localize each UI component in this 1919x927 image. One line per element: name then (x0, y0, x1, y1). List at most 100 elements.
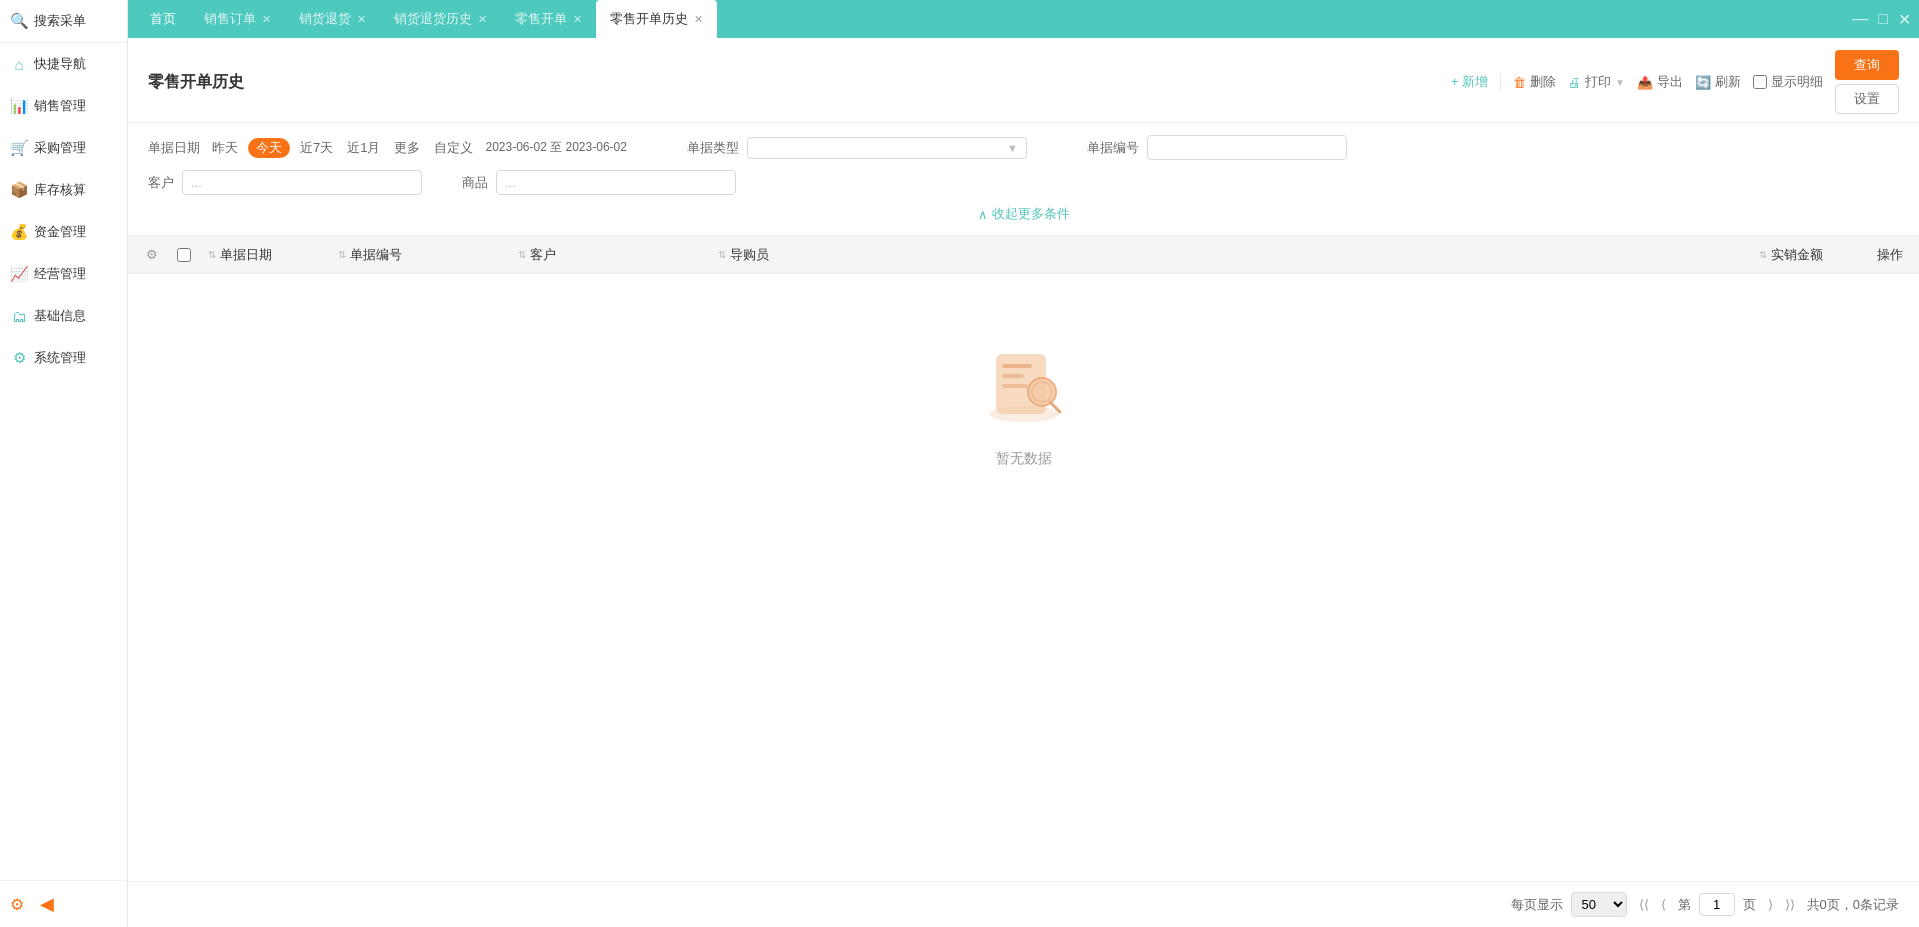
page-label: 页 (1743, 896, 1756, 914)
empty-illustration (974, 334, 1074, 434)
settings-footer-icon[interactable]: ⚙ (10, 895, 24, 914)
date-opt-custom[interactable]: 自定义 (430, 138, 477, 158)
sort-icon: ⇅ (208, 249, 216, 260)
print-button[interactable]: 🖨 打印 ▼ (1568, 73, 1625, 91)
th-customer[interactable]: ⇅ 客户 (510, 246, 710, 264)
date-opt-7days[interactable]: 近7天 (296, 138, 337, 158)
date-range-value: 2023-06-02 至 2023-06-02 (485, 139, 626, 156)
sort-icon: ⇅ (718, 249, 726, 260)
query-setting-group: 查询 设置 (1835, 50, 1899, 114)
refresh-icon: 🔄 (1695, 75, 1711, 90)
bill-type-select[interactable]: ▼ (747, 137, 1027, 159)
th-guide[interactable]: ⇅ 导购员 (710, 246, 830, 264)
table-select-all[interactable] (168, 248, 200, 262)
th-billno[interactable]: ⇅ 单据编号 (330, 246, 510, 264)
date-opt-today[interactable]: 今天 (248, 138, 290, 158)
sidebar-item-purchase-mgmt[interactable]: 🛒 采购管理 (0, 127, 127, 169)
home-icon: ⌂ (10, 55, 28, 73)
tab-close-icon[interactable]: ✕ (478, 14, 487, 25)
page-number-input[interactable] (1699, 893, 1735, 916)
sidebar-item-inventory[interactable]: 📦 库存核算 (0, 169, 127, 211)
delete-button[interactable]: 🗑 删除 (1513, 73, 1556, 91)
sidebar-item-system[interactable]: ⚙ 系统管理 (0, 337, 127, 379)
tab-close-icon[interactable]: ✕ (262, 14, 271, 25)
tab-close-icon[interactable]: ✕ (573, 14, 582, 25)
table-settings-icon[interactable]: ⚙ (136, 247, 168, 262)
new-button[interactable]: + 新增 (1451, 73, 1488, 91)
sidebar-search[interactable]: 🔍 搜索采单 (0, 0, 127, 43)
maximize-icon[interactable]: □ (1878, 10, 1888, 28)
tab-sales-return[interactable]: 销货退货 ✕ (285, 0, 380, 38)
tab-close-icon[interactable]: ✕ (357, 14, 366, 25)
tab-label: 销货退货 (299, 10, 351, 28)
tab-close-icon[interactable]: ✕ (694, 14, 703, 25)
tab-label: 零售开单 (515, 10, 567, 28)
page-title: 零售开单历史 (148, 72, 244, 93)
display-detail-checkbox[interactable] (1753, 75, 1767, 89)
sidebar-item-quick-nav[interactable]: ⌂ 快捷导航 (0, 43, 127, 85)
setting-button[interactable]: 设置 (1835, 84, 1899, 114)
sidebar: 🔍 搜索采单 ⌂ 快捷导航 📊 销售管理 🛒 采购管理 📦 库存核算 💰 资金管… (0, 0, 128, 927)
chevron-down-icon: ▼ (1007, 142, 1018, 154)
tabs-right: — □ ✕ (1852, 10, 1911, 29)
sidebar-item-finance[interactable]: 💰 资金管理 (0, 211, 127, 253)
next-page-btn[interactable]: ⟩ (1764, 895, 1777, 914)
minimize-icon[interactable]: — (1852, 10, 1868, 28)
customer-label: 客户 (148, 174, 174, 192)
sidebar-item-label: 库存核算 (34, 181, 86, 199)
date-opt-more[interactable]: 更多 (390, 138, 424, 158)
export-button[interactable]: 📤 导出 (1637, 73, 1683, 91)
select-all-checkbox[interactable] (177, 248, 191, 262)
content-area: 零售开单历史 + 新增 🗑 删除 🖨 打印 ▼ 📤 导出 (128, 38, 1919, 927)
first-page-btn[interactable]: ⟨⟨ (1635, 895, 1653, 914)
page-nav: ⟨⟨ ⟨ 第 页 ⟩ ⟩⟩ (1635, 893, 1799, 916)
per-page-select[interactable]: 50 100 200 (1571, 892, 1627, 917)
th-date[interactable]: ⇅ 单据日期 (200, 246, 330, 264)
bill-no-input[interactable] (1147, 135, 1347, 160)
sidebar-search-label: 搜索采单 (34, 12, 86, 30)
sidebar-item-label: 系统管理 (34, 349, 86, 367)
refresh-button[interactable]: 🔄 刷新 (1695, 73, 1741, 91)
last-page-btn[interactable]: ⟩⟩ (1781, 895, 1799, 914)
th-guide-label: 导购员 (730, 246, 769, 264)
customer-select[interactable]: ... (182, 170, 422, 195)
date-opt-yesterday[interactable]: 昨天 (208, 138, 242, 158)
page-label-pre: 第 (1678, 896, 1691, 914)
empty-state: 暂无数据 (128, 274, 1919, 528)
th-date-label: 单据日期 (220, 246, 272, 264)
tab-label: 零售开单历史 (610, 10, 688, 28)
tab-retail-history[interactable]: 零售开单历史 ✕ (596, 0, 717, 38)
sidebar-item-label: 基础信息 (34, 307, 86, 325)
divider (1500, 74, 1501, 90)
sidebar-footer: ⚙ ◀ (0, 880, 127, 927)
sidebar-item-label: 经营管理 (34, 265, 86, 283)
display-detail-button[interactable]: 显示明细 (1753, 73, 1823, 91)
tab-retail-open[interactable]: 零售开单 ✕ (501, 0, 596, 38)
per-page-label: 每页显示 (1511, 896, 1563, 914)
bill-no-filter: 单据编号 (1087, 135, 1347, 160)
collapse-filter-button[interactable]: ∧ 收起更多条件 (148, 205, 1899, 223)
date-opt-1month[interactable]: 近1月 (343, 138, 384, 158)
close-window-icon[interactable]: ✕ (1898, 10, 1911, 29)
tab-sales-return-history[interactable]: 销货退货历史 ✕ (380, 0, 501, 38)
page-header: 零售开单历史 + 新增 🗑 删除 🖨 打印 ▼ 📤 导出 (128, 38, 1919, 123)
print-dropdown-icon[interactable]: ▼ (1615, 77, 1625, 88)
sidebar-item-basic-info[interactable]: 🗂 基础信息 (0, 295, 127, 337)
sidebar-item-operations[interactable]: 📈 经营管理 (0, 253, 127, 295)
th-amount[interactable]: ⇅ 实销金额 (1711, 246, 1831, 264)
tab-home[interactable]: 首页 (136, 10, 190, 28)
export-label: 导出 (1657, 73, 1683, 91)
tabs-bar: 首页 销售订单 ✕ 销货退货 ✕ 销货退货历史 ✕ 零售开单 ✕ 零售开单历史 … (128, 0, 1919, 38)
collapse-sidebar-icon[interactable]: ◀ (40, 893, 54, 915)
tab-sales-order[interactable]: 销售订单 ✕ (190, 0, 285, 38)
basic-info-icon: 🗂 (10, 307, 28, 325)
sidebar-item-sales-mgmt[interactable]: 📊 销售管理 (0, 85, 127, 127)
customer-placeholder: ... (191, 175, 202, 190)
th-billno-label: 单据编号 (350, 246, 402, 264)
goods-select[interactable]: ... (496, 170, 736, 195)
date-filter: 单据日期 昨天 今天 近7天 近1月 更多 自定义 2023-06-02 至 2… (148, 138, 627, 158)
query-button[interactable]: 查询 (1835, 50, 1899, 80)
customer-filter: 客户 ... (148, 170, 422, 195)
prev-page-btn[interactable]: ⟨ (1657, 895, 1670, 914)
date-options: 昨天 今天 近7天 近1月 更多 自定义 (208, 138, 477, 158)
